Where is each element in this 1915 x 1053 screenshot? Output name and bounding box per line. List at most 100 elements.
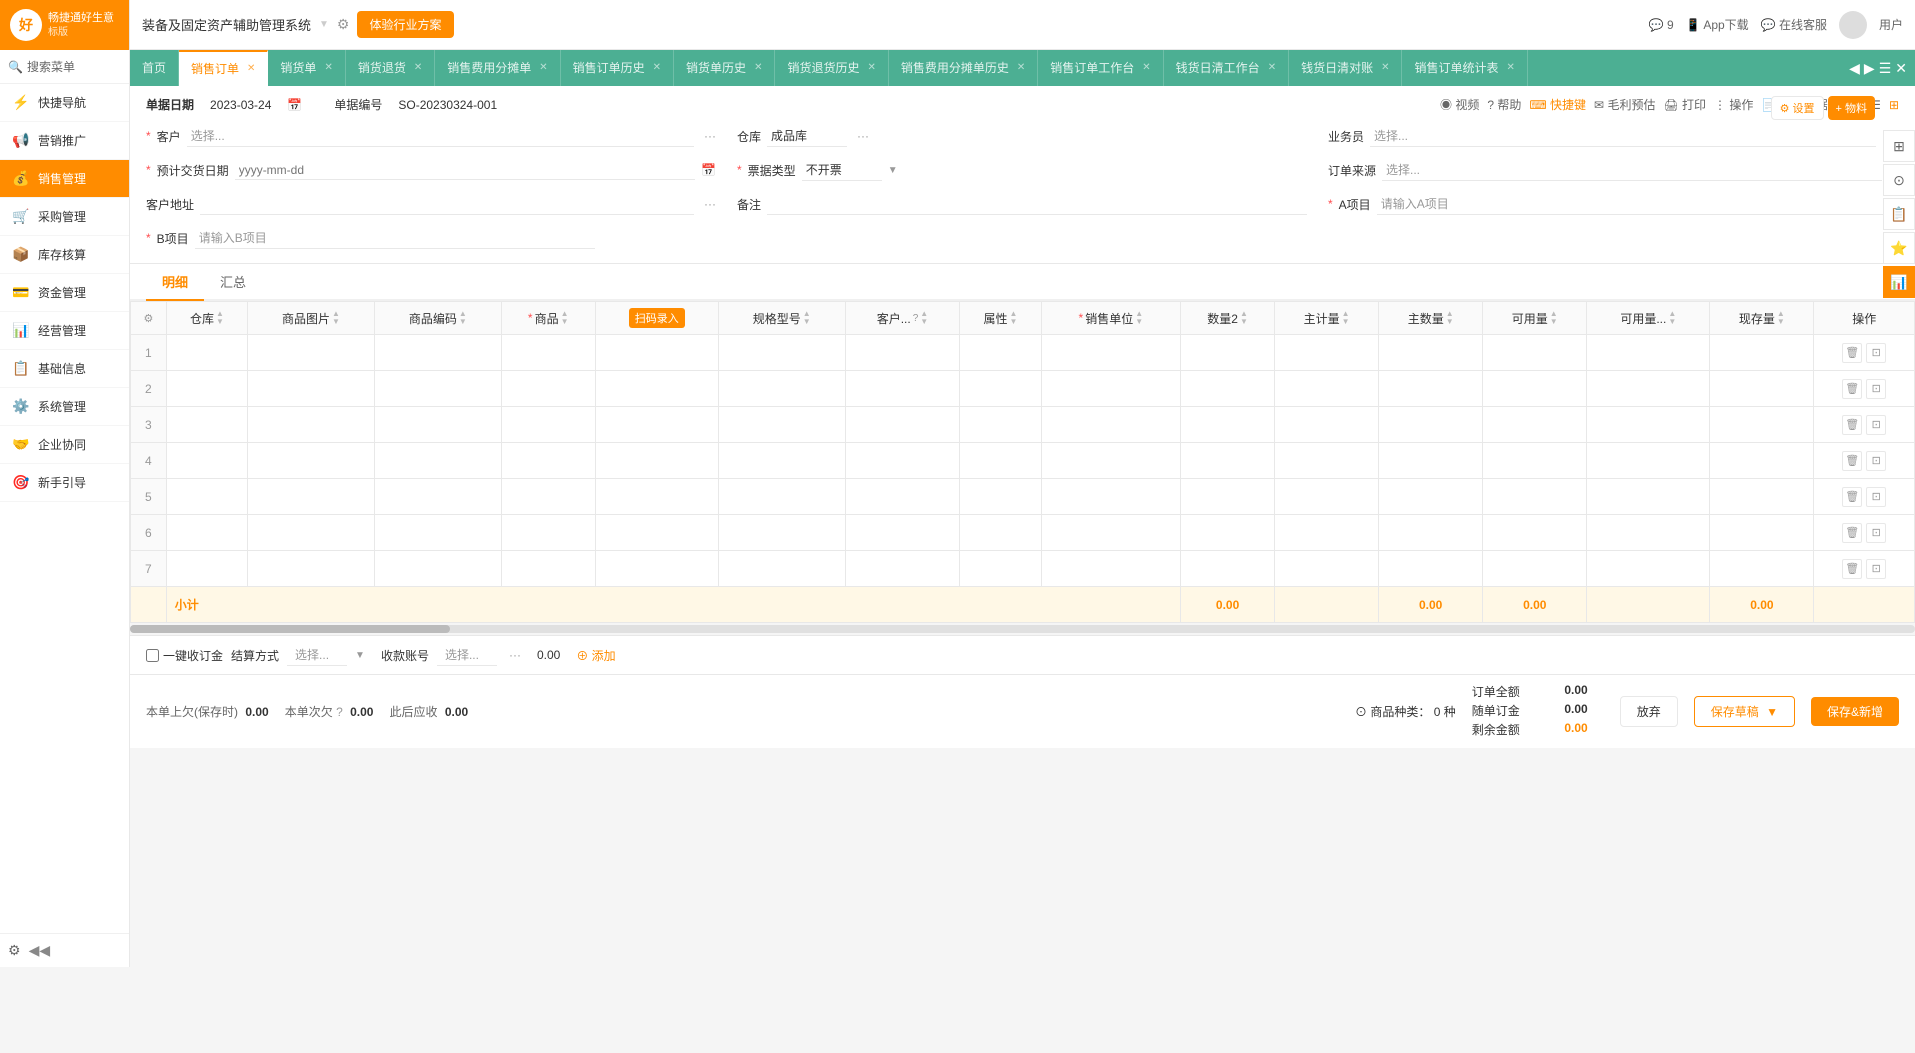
row-main-unit[interactable] [1275,443,1379,479]
payment-method-arrow-icon[interactable]: ▼ [355,650,365,661]
row-image[interactable] [248,443,375,479]
side-action-1[interactable]: ⊞ [1883,130,1915,162]
row-stock[interactable] [1710,443,1814,479]
row-sales-unit[interactable] [1041,479,1180,515]
row-available2[interactable] [1587,407,1710,443]
row-main-unit[interactable] [1275,515,1379,551]
row-available[interactable] [1483,515,1587,551]
close-tab-icon[interactable]: ✕ [653,50,661,86]
tab-menu-icon[interactable]: ☰ [1879,60,1892,77]
sort-icon[interactable]: ▲▼ [1135,310,1143,326]
row-stock[interactable] [1710,371,1814,407]
user-avatar[interactable] [1839,11,1867,39]
row-copy-btn[interactable]: ⊡ [1866,451,1886,471]
side-action-3[interactable]: 📋 [1883,198,1915,230]
sort-icon[interactable]: ▲▼ [1550,310,1558,326]
sort-icon[interactable]: ▲▼ [1010,310,1018,326]
chevron-down-icon[interactable]: ▼ [319,19,329,30]
close-tab-icon[interactable]: ✕ [754,50,762,86]
row-main-qty[interactable] [1379,443,1483,479]
scan-input-button[interactable]: 扫码录入 [629,308,685,328]
sort-icon[interactable]: ▲▼ [459,310,467,326]
industry-plan-button[interactable]: 体验行业方案 [357,11,453,38]
row-main-unit[interactable] [1275,335,1379,371]
sort-icon[interactable]: ▲▼ [803,310,811,326]
row-available[interactable] [1483,479,1587,515]
row-qty2[interactable] [1181,371,1275,407]
settings-gear-icon[interactable]: ⚙ [337,16,350,33]
row-customer-code[interactable] [845,443,960,479]
app-download-icon[interactable]: 📱 App下载 [1686,16,1749,33]
row-stock[interactable] [1710,551,1814,587]
row-sales-unit[interactable] [1041,443,1180,479]
row-sales-unit[interactable] [1041,515,1180,551]
tab-order-history[interactable]: 销售订单历史 ✕ [561,50,674,86]
close-tab-icon[interactable]: ✕ [867,50,875,86]
row-customer-code[interactable] [845,407,960,443]
tab-close-all-icon[interactable]: ✕ [1895,60,1907,77]
row-delete-btn[interactable]: 🗑 [1842,559,1862,579]
row-stock[interactable] [1710,479,1814,515]
order-source-input[interactable]: 选择... [1382,159,1882,181]
row-main-unit[interactable] [1275,479,1379,515]
close-tab-icon[interactable]: ✕ [247,51,255,86]
row-available2[interactable] [1587,371,1710,407]
row-attribute[interactable] [960,443,1041,479]
row-qty2[interactable] [1181,551,1275,587]
row-spec[interactable] [718,479,845,515]
row-attribute[interactable] [960,515,1041,551]
row-delete-btn[interactable]: 🗑 [1842,487,1862,507]
row-sales-unit[interactable] [1041,407,1180,443]
sidebar-item-purchase[interactable]: 🛒 采购管理 [0,198,129,236]
row-sales-unit[interactable] [1041,551,1180,587]
shortcut-btn[interactable]: ⌨ 快捷键 [1529,96,1586,113]
sidebar-search-btn[interactable]: 🔍 搜索菜单 [0,50,129,84]
row-warehouse[interactable] [166,515,247,551]
row-available2[interactable] [1587,443,1710,479]
row-warehouse[interactable] [166,371,247,407]
row-delete-btn[interactable]: 🗑 [1842,415,1862,435]
row-code[interactable] [374,407,501,443]
staff-input[interactable]: 选择... [1370,125,1876,147]
side-action-4[interactable]: ⭐ [1883,232,1915,264]
tab-receipt-history[interactable]: 销货单历史 ✕ [674,50,775,86]
save-new-button[interactable]: 保存&新增 [1811,697,1899,726]
row-customer-code[interactable] [845,335,960,371]
row-copy-btn[interactable]: ⊡ [1866,415,1886,435]
row-sales-unit[interactable] [1041,371,1180,407]
sidebar-item-finance[interactable]: 💳 资金管理 [0,274,129,312]
row-customer-code[interactable] [845,371,960,407]
date-value[interactable]: 2023-03-24 [210,98,271,112]
sort-icon[interactable]: ▲▼ [1668,310,1676,326]
collapse-sidebar-btn[interactable]: ◀◀ [29,942,51,959]
view-video-btn[interactable]: ◉ 视频 [1440,96,1479,113]
row-warehouse[interactable] [166,551,247,587]
row-qty2[interactable] [1181,479,1275,515]
calendar-icon[interactable]: 📅 [287,98,302,112]
close-tab-icon[interactable]: ✕ [539,50,547,86]
row-main-unit[interactable] [1275,371,1379,407]
row-spec[interactable] [718,515,845,551]
row-copy-btn[interactable]: ⊡ [1866,523,1886,543]
tab-daily-workbench[interactable]: 钱货日清工作台 ✕ [1164,50,1289,86]
row-code[interactable] [374,371,501,407]
operations-btn[interactable]: ⋮ 操作 [1714,96,1753,113]
warehouse-value[interactable]: 成品库 [767,125,847,147]
close-tab-icon[interactable]: ✕ [414,50,422,86]
sort-icon[interactable]: ▲▼ [332,310,340,326]
add-payment-btn[interactable]: ⊕ 添加 [576,647,615,664]
sidebar-item-operations[interactable]: 📊 经营管理 [0,312,129,350]
one-click-checkbox-input[interactable] [146,649,159,662]
discard-button[interactable]: 放弃 [1620,696,1678,727]
save-draft-arrow-icon[interactable]: ▼ [1766,705,1778,719]
row-warehouse[interactable] [166,479,247,515]
help-btn[interactable]: ? 帮助 [1487,96,1521,113]
row-delete-btn[interactable]: 🗑 [1842,523,1862,543]
row-main-unit[interactable] [1275,407,1379,443]
sort-icon[interactable]: ▲▼ [1446,310,1454,326]
row-image[interactable] [248,515,375,551]
row-product[interactable] [501,551,595,587]
add-material-button[interactable]: + 物料 [1828,96,1875,120]
row-spec[interactable] [718,407,845,443]
row-attribute[interactable] [960,551,1041,587]
